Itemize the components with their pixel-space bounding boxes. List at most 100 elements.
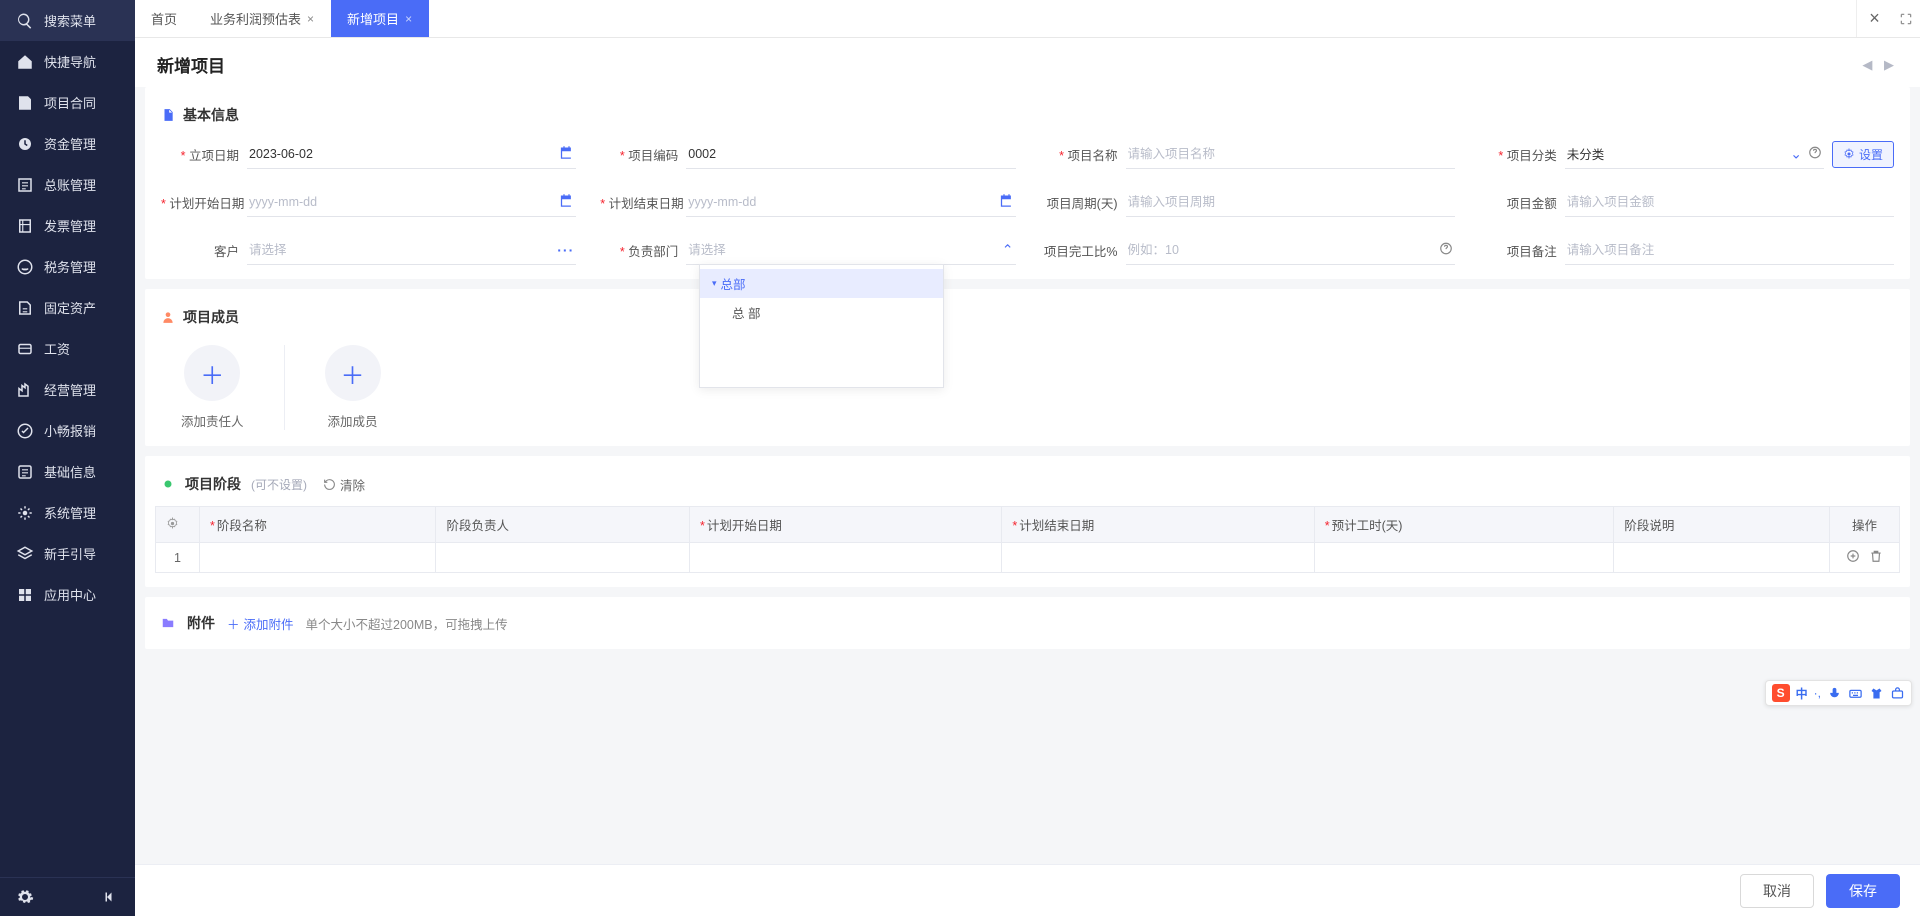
next-arrow-icon[interactable]: ▶ bbox=[1880, 57, 1898, 72]
calendar-icon[interactable] bbox=[559, 193, 574, 211]
more-icon[interactable]: ··· bbox=[557, 242, 574, 258]
plan-start-input[interactable] bbox=[247, 187, 576, 217]
proj-date-input[interactable] bbox=[247, 139, 576, 169]
tab-close-icon[interactable]: × bbox=[405, 12, 412, 26]
tab-0[interactable]: 首页 bbox=[135, 0, 194, 37]
label-remark: 项目备注 bbox=[1479, 241, 1565, 260]
label-proj-name: 项目名称 bbox=[1040, 145, 1126, 164]
person-icon bbox=[161, 310, 175, 324]
save-button[interactable]: 保存 bbox=[1826, 874, 1900, 908]
collapse-icon[interactable] bbox=[101, 888, 119, 906]
col-stage-hours: 预计工时(天) bbox=[1314, 507, 1614, 543]
sidebar-item-0[interactable]: 快捷导航 bbox=[0, 41, 135, 82]
settings-icon[interactable] bbox=[16, 888, 34, 906]
tab-1[interactable]: 业务利润预估表 × bbox=[194, 0, 331, 37]
sidebar-item-label: 税务管理 bbox=[44, 257, 96, 276]
calendar-icon[interactable] bbox=[999, 193, 1014, 211]
chevron-down-icon[interactable]: ⌄ bbox=[1790, 146, 1802, 163]
dropdown-item-child[interactable]: 总 部 bbox=[700, 298, 943, 327]
remark-input[interactable] bbox=[1565, 235, 1894, 265]
dept-select[interactable] bbox=[686, 235, 1015, 265]
sidebar-item-label: 基础信息 bbox=[44, 462, 96, 481]
sidebar-item-1[interactable]: 项目合同 bbox=[0, 82, 135, 123]
sidebar-item-label: 新手引导 bbox=[44, 544, 96, 563]
col-stage-owner: 阶段负责人 bbox=[436, 507, 690, 543]
customer-select[interactable] bbox=[247, 235, 576, 265]
cancel-button[interactable]: 取消 bbox=[1740, 874, 1814, 908]
sidebar-item-4[interactable]: 发票管理 bbox=[0, 205, 135, 246]
add-row-icon[interactable] bbox=[1846, 549, 1860, 563]
sidebar-item-9[interactable]: 小畅报销 bbox=[0, 410, 135, 451]
sidebar-item-2[interactable]: 资金管理 bbox=[0, 123, 135, 164]
stages-note: (可不设置) bbox=[251, 476, 307, 493]
sidebar-icon-4 bbox=[16, 217, 34, 235]
sidebar-item-11[interactable]: 系统管理 bbox=[0, 492, 135, 533]
sidebar-item-10[interactable]: 基础信息 bbox=[0, 451, 135, 492]
sidebar-item-label: 总账管理 bbox=[44, 175, 96, 194]
stages-table: 阶段名称 阶段负责人 计划开始日期 计划结束日期 预计工时(天) 阶段说明 操作… bbox=[155, 506, 1900, 573]
toolbox-icon[interactable] bbox=[1890, 686, 1905, 701]
owner-label: 添加责任人 bbox=[181, 411, 244, 430]
stage-icon bbox=[161, 477, 175, 491]
chevron-up-icon[interactable]: ⌃ bbox=[1002, 242, 1014, 259]
caret-down-icon: ▾ bbox=[712, 278, 717, 289]
tab-2[interactable]: 新增项目 × bbox=[331, 0, 429, 37]
col-stage-op: 操作 bbox=[1830, 507, 1900, 543]
sidebar-icon-11 bbox=[16, 504, 34, 522]
sidebar-item-3[interactable]: 总账管理 bbox=[0, 164, 135, 205]
keyboard-icon[interactable] bbox=[1848, 686, 1863, 701]
tab-bar: 首页 业务利润预估表 × 新增项目 × × bbox=[135, 0, 1920, 38]
tab-label: 新增项目 bbox=[347, 9, 399, 28]
proj-code-input[interactable] bbox=[686, 139, 1015, 169]
sidebar-item-6[interactable]: 固定资产 bbox=[0, 287, 135, 328]
sidebar-item-label: 发票管理 bbox=[44, 216, 96, 235]
label-dept: 负责部门 bbox=[600, 241, 686, 260]
sidebar-item-label: 快捷导航 bbox=[44, 52, 96, 71]
dept-dropdown: ▾总部 总 部 bbox=[699, 264, 944, 388]
skin-icon[interactable] bbox=[1869, 686, 1884, 701]
table-row[interactable]: 1 bbox=[156, 543, 1900, 573]
complete-input[interactable] bbox=[1126, 235, 1455, 265]
prev-arrow-icon[interactable]: ◀ bbox=[1858, 57, 1876, 72]
help-icon[interactable] bbox=[1439, 242, 1453, 259]
sidebar-item-12[interactable]: 新手引导 bbox=[0, 533, 135, 574]
amount-input[interactable] bbox=[1565, 187, 1894, 217]
add-owner-button[interactable]: ＋ bbox=[184, 345, 240, 401]
sidebar-icon-7 bbox=[16, 340, 34, 358]
help-icon[interactable] bbox=[1808, 146, 1822, 163]
gear-icon[interactable] bbox=[166, 517, 179, 530]
sidebar-item-label: 应用中心 bbox=[44, 585, 96, 604]
sidebar-search[interactable]: 搜索菜单 bbox=[0, 0, 135, 41]
tab-close-icon[interactable]: × bbox=[307, 12, 314, 26]
sidebar: 搜索菜单 快捷导航 项目合同 资金管理 总账管理 发票管理 税务管理 固定资产 … bbox=[0, 0, 135, 916]
label-proj-class: 项目分类 bbox=[1479, 145, 1565, 164]
dropdown-item-root[interactable]: ▾总部 bbox=[700, 269, 943, 298]
add-member-button[interactable]: ＋ bbox=[325, 345, 381, 401]
clear-stages-button[interactable]: 清除 bbox=[323, 475, 365, 494]
sidebar-item-5[interactable]: 税务管理 bbox=[0, 246, 135, 287]
sidebar-item-label: 资金管理 bbox=[44, 134, 96, 153]
fullscreen-icon[interactable] bbox=[1892, 0, 1920, 37]
delete-row-icon[interactable] bbox=[1869, 549, 1883, 563]
tabbar-close-button[interactable]: × bbox=[1856, 0, 1892, 37]
sidebar-item-7[interactable]: 工资 bbox=[0, 328, 135, 369]
calendar-icon[interactable] bbox=[559, 145, 574, 163]
tab-label: 业务利润预估表 bbox=[210, 9, 301, 28]
col-stage-end: 计划结束日期 bbox=[1002, 507, 1314, 543]
proj-class-select[interactable] bbox=[1565, 139, 1824, 169]
ime-toolbar[interactable]: S 中 ·, bbox=[1765, 680, 1912, 706]
duration-input[interactable] bbox=[1126, 187, 1455, 217]
add-attachment-button[interactable]: ＋ 添加附件 bbox=[227, 614, 294, 633]
plan-end-input[interactable] bbox=[686, 187, 1015, 217]
sidebar-item-8[interactable]: 经营管理 bbox=[0, 369, 135, 410]
sidebar-item-13[interactable]: 应用中心 bbox=[0, 574, 135, 615]
mic-icon[interactable] bbox=[1827, 686, 1842, 701]
ime-punct-icon[interactable]: ·, bbox=[1814, 686, 1821, 700]
sidebar-item-label: 系统管理 bbox=[44, 503, 96, 522]
classify-settings-button[interactable]: 设置 bbox=[1832, 141, 1894, 168]
ime-lang[interactable]: 中 bbox=[1796, 685, 1808, 702]
section-basic-title: 基本信息 bbox=[183, 105, 239, 125]
sidebar-item-label: 固定资产 bbox=[44, 298, 96, 317]
proj-name-input[interactable] bbox=[1126, 139, 1455, 169]
sidebar-item-label: 小畅报销 bbox=[44, 421, 96, 440]
